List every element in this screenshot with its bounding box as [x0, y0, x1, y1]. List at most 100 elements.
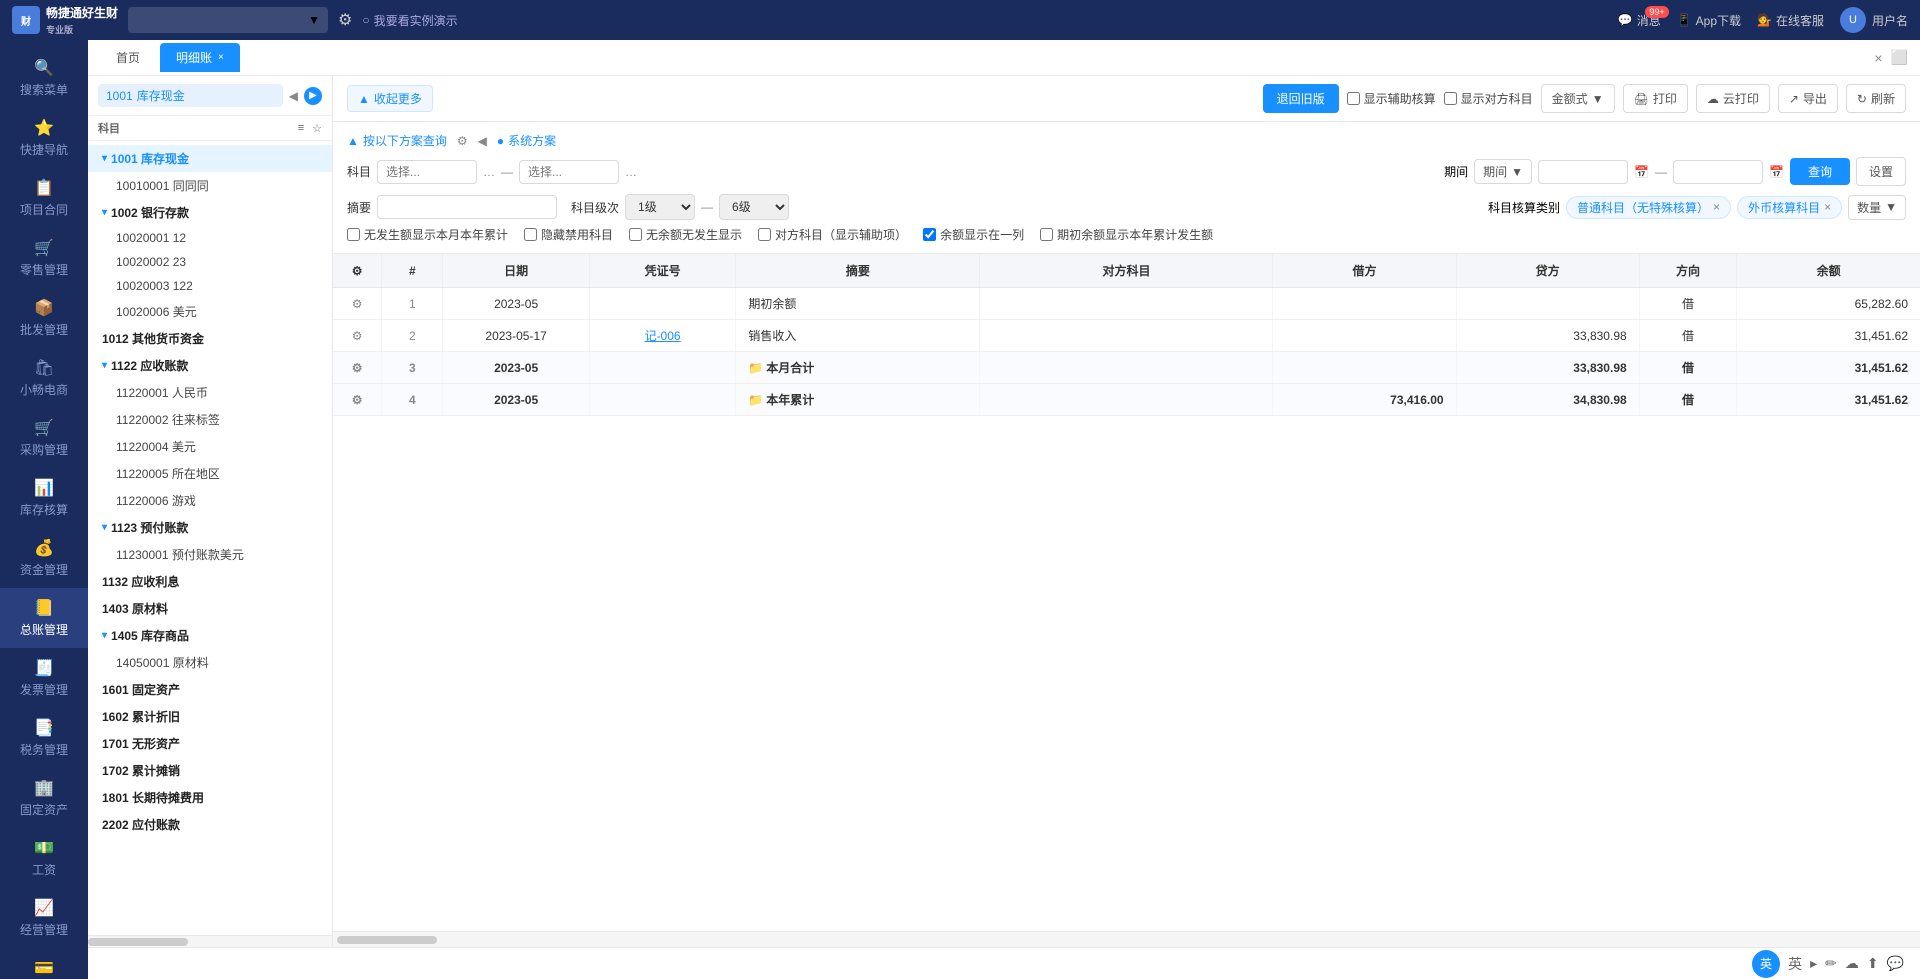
tree-item-11220006[interactable]: 11220006 游戏 [88, 487, 332, 514]
collapse-more-btn[interactable]: ▲ 收起更多 [347, 85, 433, 112]
search-dropdown-icon[interactable]: ▼ [308, 13, 320, 27]
sidebar-item-fund[interactable]: 💰 资金管理 [0, 528, 88, 588]
sidebar-item-purchase[interactable]: 🛒 采购管理 [0, 408, 88, 468]
subject-tag-normal[interactable]: 普通科目（无特殊核算） × [1566, 196, 1731, 219]
online-service-btn[interactable]: 💁 在线客服 [1757, 12, 1824, 29]
sidebar-item-payroll[interactable]: 💵 工资 [0, 828, 88, 888]
subject-tag-foreign-close[interactable]: × [1824, 200, 1831, 214]
tree-item-1405[interactable]: ▾ 1405 库存商品 [88, 622, 332, 649]
tree-item-11220004[interactable]: 11220004 美元 [88, 433, 332, 460]
col-gear[interactable]: ⚙ [333, 254, 382, 288]
collapse-filter-btn[interactable]: ▲ 按以下方案查询 [347, 132, 447, 149]
subject-tag-normal-close[interactable]: × [1713, 200, 1720, 214]
tree-item-1132[interactable]: 1132 应收利息 [88, 568, 332, 595]
statusbar-lang-btn[interactable]: 英 [1752, 950, 1780, 978]
tree-item-1001[interactable]: ▾ 1001 库存现金 [88, 145, 332, 172]
balance-one-col-label[interactable]: 余额显示在一列 [923, 226, 1024, 243]
period-start-input[interactable]: 2023-05 [1538, 160, 1628, 184]
export-btn[interactable]: ↗ 导出 [1778, 84, 1838, 113]
row-gear-1[interactable]: ⚙ [333, 320, 382, 352]
show-opposite-checkbox[interactable] [1444, 92, 1457, 105]
print-btn[interactable]: 🖨 打印 [1623, 84, 1688, 113]
show-aux-checkbox-label[interactable]: 显示辅助核算 [1347, 90, 1436, 107]
tree-item-11220002[interactable]: 11220002 往来标签 [88, 406, 332, 433]
tree-item-1602[interactable]: 1602 累计折旧 [88, 703, 332, 730]
sidebar-item-operations[interactable]: 📈 经营管理 [0, 888, 88, 948]
tree-item-10020001[interactable]: 10020001 12 [88, 226, 332, 250]
hide-disabled-label[interactable]: 隐藏禁用科目 [524, 226, 613, 243]
search-input[interactable] [136, 13, 308, 27]
row-voucher-1[interactable]: 记-006 [589, 320, 735, 352]
tree-item-11220001[interactable]: 11220001 人民币 [88, 379, 332, 406]
statusbar-icon-6[interactable]: 💬 [1887, 955, 1904, 972]
statusbar-icon-3[interactable]: ✏ [1825, 955, 1837, 972]
system-scheme-btn[interactable]: ● 系统方案 [497, 132, 556, 149]
calendar-end-icon[interactable]: 📅 [1769, 165, 1784, 179]
list-view-icon[interactable]: ≡ [298, 122, 304, 134]
statusbar-icon-5[interactable]: ⬆ [1867, 955, 1879, 972]
filter-left-arrow-icon[interactable]: ◀ [478, 134, 487, 148]
level-start-select[interactable]: 1级 [625, 194, 695, 220]
show-aux-checkbox[interactable] [1347, 92, 1360, 105]
subject-tag-foreign[interactable]: 外币核算科目 × [1737, 196, 1842, 219]
tab-detail-close-btn[interactable]: × [218, 52, 224, 63]
sidebar-item-general-ledger[interactable]: 📒 总账管理 [0, 588, 88, 648]
sidebar-item-invoice[interactable]: 🧾 发票管理 [0, 648, 88, 708]
tree-item-1801[interactable]: 1801 长期待摊费用 [88, 784, 332, 811]
sidebar-item-quick-nav[interactable]: ⭐ 快捷导航 [0, 108, 88, 168]
tree-item-1403[interactable]: 1403 原材料 [88, 595, 332, 622]
sidebar-item-ecommerce[interactable]: 🛍 小畅电商 [0, 348, 88, 408]
show-opposite-checkbox-label[interactable]: 显示对方科目 [1444, 90, 1533, 107]
app-download-btn[interactable]: 📱 App下载 [1677, 12, 1741, 29]
nav-prev-icon[interactable]: ◀ [289, 89, 298, 103]
subject-start-input[interactable] [377, 160, 477, 184]
user-menu[interactable]: U 用户名 [1840, 7, 1908, 33]
period-open-checkbox[interactable] [1040, 228, 1053, 241]
sidebar-item-project[interactable]: 📋 项目合同 [0, 168, 88, 228]
settings-btn[interactable]: 设置 [1856, 157, 1906, 186]
tree-item-11230001[interactable]: 11230001 预付账款美元 [88, 541, 332, 568]
tree-item-10020006[interactable]: 10020006 美元 [88, 298, 332, 325]
tab-home[interactable]: 首页 [100, 43, 156, 72]
tree-item-10020002[interactable]: 10020002 23 [88, 250, 332, 274]
tree-item-14050001[interactable]: 14050001 原材料 [88, 649, 332, 676]
sidebar-item-expense[interactable]: 💳 小畅报销 [0, 948, 88, 979]
message-btn[interactable]: 💬 消息 99+ [1618, 12, 1661, 29]
subject-end-input[interactable] [519, 160, 619, 184]
tree-item-1701[interactable]: 1701 无形资产 [88, 730, 332, 757]
demo-link[interactable]: ○ 我要看实例演示 [362, 12, 457, 29]
row-gear-2[interactable]: ⚙ [333, 352, 382, 384]
level-end-select[interactable]: 6级 [719, 194, 789, 220]
sidebar-item-wholesale[interactable]: 📦 批发管理 [0, 288, 88, 348]
star-icon[interactable]: ☆ [312, 122, 322, 135]
filter-gear-icon[interactable]: ⚙ [457, 134, 468, 148]
opposite-show-label[interactable]: 对方科目（显示辅助项） [758, 226, 907, 243]
period-open-label[interactable]: 期初余额显示本年累计发生额 [1040, 226, 1213, 243]
tree-item-11220005[interactable]: 11220005 所在地区 [88, 460, 332, 487]
left-panel-scrollbar[interactable] [88, 935, 332, 947]
settings-icon[interactable]: ⚙ [338, 10, 352, 30]
tree-item-1702[interactable]: 1702 累计摊销 [88, 757, 332, 784]
opposite-show-checkbox[interactable] [758, 228, 771, 241]
statusbar-icon-4[interactable]: ☁ [1845, 955, 1859, 972]
tree-item-10020003[interactable]: 10020003 122 [88, 274, 332, 298]
tree-item-1012[interactable]: 1012 其他货币资金 [88, 325, 332, 352]
sidebar-item-tax[interactable]: 📑 税务管理 [0, 708, 88, 768]
tab-detail-account[interactable]: 明细账 × [160, 43, 240, 72]
period-type-btn[interactable]: 期间 ▼ [1474, 159, 1532, 184]
quantity-btn[interactable]: 数量 ▼ [1848, 195, 1906, 220]
sidebar-item-retail[interactable]: 🛒 零售管理 [0, 228, 88, 288]
cloud-print-btn[interactable]: ☁ 云打印 [1696, 84, 1770, 113]
amount-style-btn[interactable]: 金额式 ▼ [1541, 84, 1615, 113]
no-occur-month-year-label[interactable]: 无发生额显示本月本年累计 [347, 226, 508, 243]
period-end-input[interactable]: 2023-05 [1673, 160, 1763, 184]
calendar-start-icon[interactable]: 📅 [1634, 165, 1649, 179]
bottom-scrollbar[interactable] [333, 931, 1920, 947]
statusbar-icon-1[interactable]: 英 [1788, 954, 1802, 974]
row-gear-3[interactable]: ⚙ [333, 384, 382, 416]
tree-item-1122[interactable]: ▾ 1122 应收账款 [88, 352, 332, 379]
sidebar-item-fixed-assets[interactable]: 🏢 固定资产 [0, 768, 88, 828]
tree-item-1601[interactable]: 1601 固定资产 [88, 676, 332, 703]
statusbar-icon-2[interactable]: ▸ [1810, 955, 1817, 972]
return-old-version-btn[interactable]: 退回旧版 [1263, 84, 1339, 113]
